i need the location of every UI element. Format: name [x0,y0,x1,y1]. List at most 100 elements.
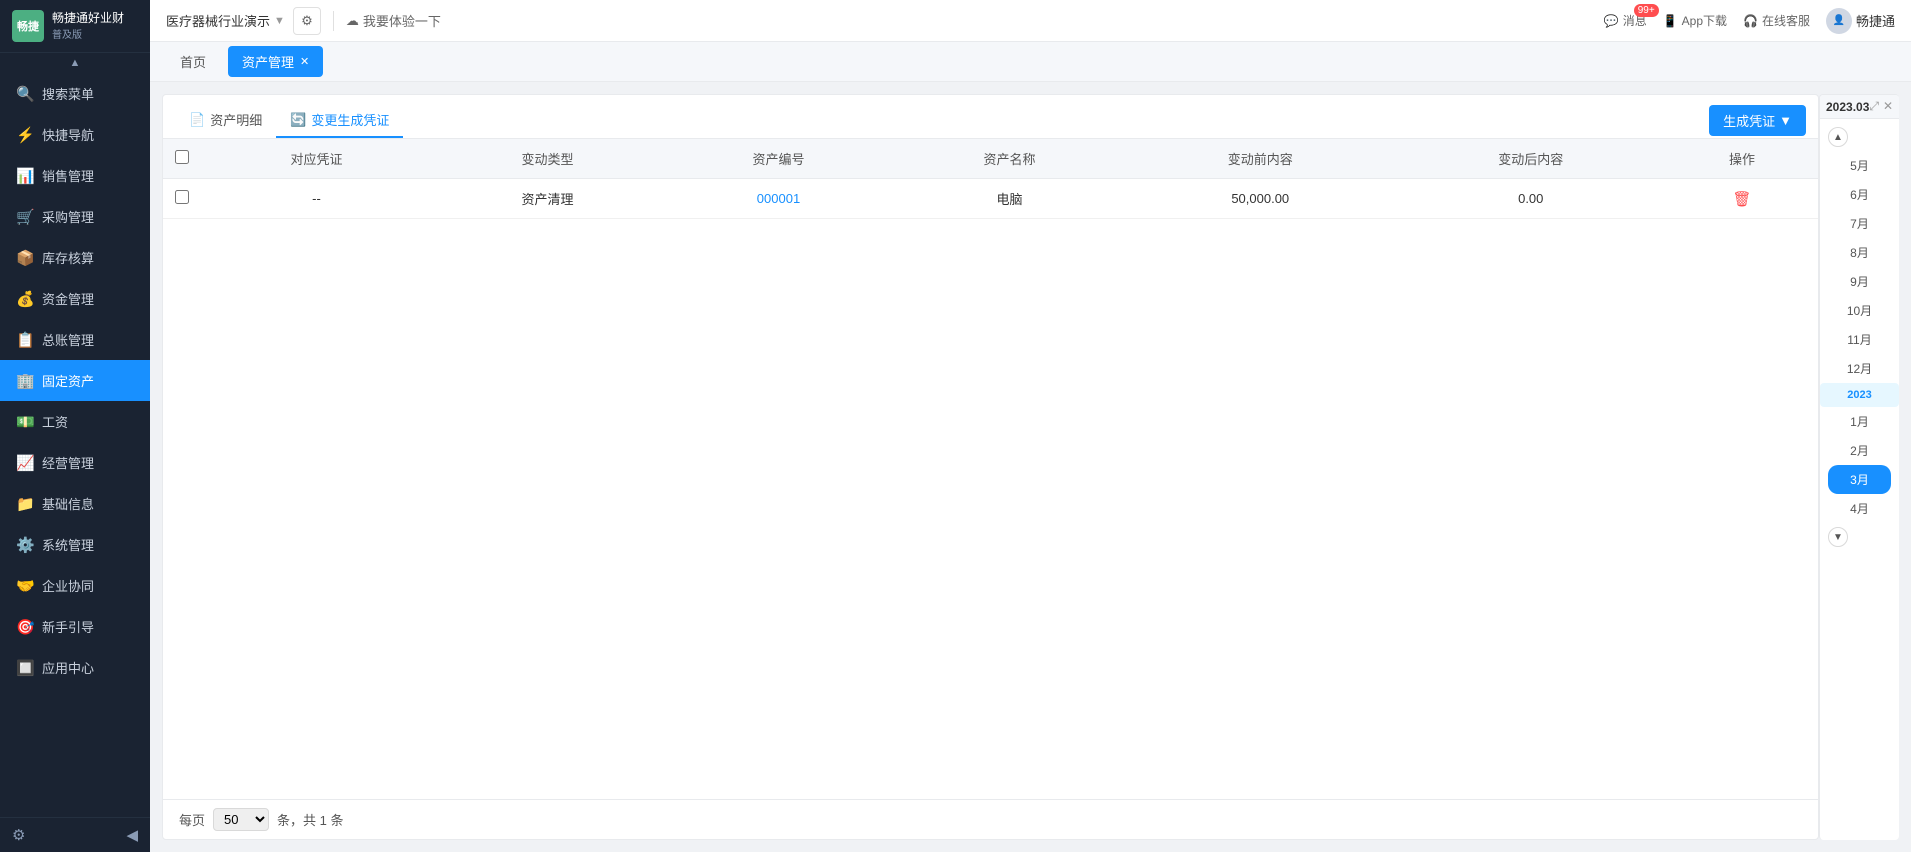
user-menu[interactable]: 👤 畅捷通 [1826,8,1895,34]
main-panel: 📄 资产明细 🔄 变更生成凭证 生成凭证 ▼ [162,94,1819,840]
sidebar-item-business[interactable]: 📈经营管理 [0,442,150,483]
content-area: 📄 资产明细 🔄 变更生成凭证 生成凭证 ▼ [150,82,1911,852]
message-icon: 💬 [1604,14,1619,28]
business-icon: 📈 [16,454,34,472]
sidebar-item-app-center[interactable]: 🔲应用中心 [0,647,150,688]
sidebar-collapse-btn[interactable]: ◀ [126,826,138,844]
sidebar-item-sales[interactable]: 📊销售管理 [0,155,150,196]
sidebar-label-salary: 工资 [42,412,68,431]
company-dropdown-icon: ▼ [274,15,285,27]
header-asset-code: 资产编号 [663,139,894,179]
sidebar-label-finance: 资金管理 [42,289,94,308]
header-before-change: 变动前内容 [1125,139,1396,179]
month-11[interactable]: 11月 [1820,325,1899,354]
topbar: 医疗器械行业演示 ▼ ⚙ ☁ 我要体验一下 💬 消息 99+ 📱 App下载 🎧… [150,0,1911,42]
sidebar-item-enterprise[interactable]: 🤝企业协同 [0,565,150,606]
month-6[interactable]: 6月 [1820,180,1899,209]
message-badge: 99+ [1634,4,1659,17]
topbar-right: 💬 消息 99+ 📱 App下载 🎧 在线客服 👤 畅捷通 [1604,8,1895,34]
per-page-label: 每页 [179,810,205,829]
month-7[interactable]: 7月 [1820,209,1899,238]
month-8[interactable]: 8月 [1820,238,1899,267]
quick-nav-icon: ⚡ [16,126,34,144]
row-change-type: 资产清理 [432,179,663,219]
header-asset-name: 资产名称 [894,139,1125,179]
month-10[interactable]: 10月 [1820,296,1899,325]
sidebar-item-search[interactable]: 🔍搜索菜单 [0,73,150,114]
sidebar-label-ledger: 总账管理 [42,330,94,349]
app-icon: 📱 [1663,14,1678,28]
settings-icon: ⚙ [301,13,313,29]
content-wrap: 📄 资产明细 🔄 变更生成凭证 生成凭证 ▼ [150,82,1911,852]
panel-expand-btn[interactable]: ⤢ [1869,99,1879,114]
tab-asset-mgmt[interactable]: 资产管理 ✕ [228,46,323,77]
panel-close-btn[interactable]: ✕ [1883,99,1893,114]
app-download-btn[interactable]: 📱 App下载 [1663,12,1727,29]
sidebar-logo: 畅捷 畅捷通好业财 普及版 [0,0,150,53]
sidebar-item-salary[interactable]: 💵 工资 [0,401,150,442]
date-scroll-down-btn[interactable]: ▼ [1828,527,1848,547]
search-icon: 🔍 [16,85,34,103]
system-icon: ⚙️ [16,536,34,554]
delete-row-btn[interactable]: 🗑 [1732,191,1751,208]
message-btn[interactable]: 💬 消息 99+ [1604,12,1647,29]
table-row: -- 资产清理 000001 电脑 50,000.00 0.00 🗑 [163,179,1818,219]
salary-icon: 💵 [16,413,34,431]
sidebar-item-purchase[interactable]: 🛒采购管理 [0,196,150,237]
sub-tab-asset-detail[interactable]: 📄 资产明细 [175,103,276,138]
topbar-settings-btn[interactable]: ⚙ [293,7,321,35]
month-9[interactable]: 9月 [1820,267,1899,296]
sidebar-item-quick-nav[interactable]: ⚡快捷导航 [0,114,150,155]
tab-home[interactable]: 首页 [166,46,220,77]
sidebar-label-fixed-assets: 固定资产 [42,371,94,390]
header-action: 操作 [1666,139,1818,179]
finance-icon: 💰 [16,290,34,308]
month-2[interactable]: 2月 [1820,436,1899,465]
main-content: 医疗器械行业演示 ▼ ⚙ ☁ 我要体验一下 💬 消息 99+ 📱 App下载 🎧… [150,0,1911,852]
date-list: ▲ 5月 6月 7月 8月 9月 10月 11月 12月 2023 1月 2月 [1820,119,1899,840]
row-action: 🗑 [1666,179,1818,219]
customer-service-btn[interactable]: 🎧 在线客服 [1743,12,1810,29]
experience-link[interactable]: ☁ 我要体验一下 [346,11,441,30]
row-checkbox[interactable] [175,190,189,204]
sidebar-menu: 🔍搜索菜单⚡快捷导航📊销售管理🛒采购管理📦库存核算 💰 资金管理 📋 总账管理 🏢固定资产… [0,73,150,817]
tab-close-icon[interactable]: ✕ [300,55,309,68]
row-after-change: 0.00 [1396,179,1667,219]
company-name: 医疗器械行业演示 [166,11,270,30]
sidebar-settings-btn[interactable]: ⚙ [12,826,25,844]
sidebar-item-system[interactable]: ⚙️系统管理 [0,524,150,565]
select-all-checkbox[interactable] [175,150,189,164]
sidebar-item-fixed-assets[interactable]: 🏢固定资产 [0,360,150,401]
month-12[interactable]: 12月 [1820,354,1899,383]
sidebar-item-inventory[interactable]: 📦库存核算 [0,237,150,278]
company-selector[interactable]: 医疗器械行业演示 ▼ [166,11,285,30]
month-1[interactable]: 1月 [1820,407,1899,436]
enterprise-icon: 🤝 [16,577,34,595]
sidebar-item-ledger[interactable]: 📋 总账管理 [0,319,150,360]
date-scroll-up-btn[interactable]: ▲ [1828,127,1848,147]
table-header-row: 对应凭证 变动类型 资产编号 资产名称 变动前内容 变动后内容 操作 [163,139,1818,179]
sidebar-scroll-up[interactable]: ▲ [0,53,150,73]
table-footer: 每页 50 10 20 100 条，共 1 条 [163,799,1818,839]
panel-controls: ⤢ ✕ [1869,99,1893,114]
basic-info-icon: 📁 [16,495,34,513]
sidebar-item-guide[interactable]: 🎯新手引导 [0,606,150,647]
row-asset-code: 000001 [663,179,894,219]
sidebar-bottom: ⚙ ◀ [0,817,150,852]
sidebar-label-basic-info: 基础信息 [42,494,94,513]
month-5[interactable]: 5月 [1820,151,1899,180]
ledger-icon: 📋 [16,331,34,349]
sidebar-item-basic-info[interactable]: 📁 基础信息 [0,483,150,524]
date-nav-down-row: ▼ [1820,523,1899,551]
row-before-change: 50,000.00 [1125,179,1396,219]
sidebar-label-purchase: 采购管理 [42,207,94,226]
sidebar-item-finance[interactable]: 💰 资金管理 [0,278,150,319]
page-size-select[interactable]: 50 10 20 100 [213,808,269,831]
year-2023[interactable]: 2023 [1820,383,1899,407]
generate-voucher-btn[interactable]: 生成凭证 ▼ [1709,105,1806,136]
sub-tab-change-voucher[interactable]: 🔄 变更生成凭证 [276,103,403,138]
panel-header-text: 2023.03 [1826,100,1869,114]
row-voucher: -- [201,179,432,219]
month-4[interactable]: 4月 [1820,494,1899,523]
month-3-active[interactable]: 3月 [1828,465,1891,494]
